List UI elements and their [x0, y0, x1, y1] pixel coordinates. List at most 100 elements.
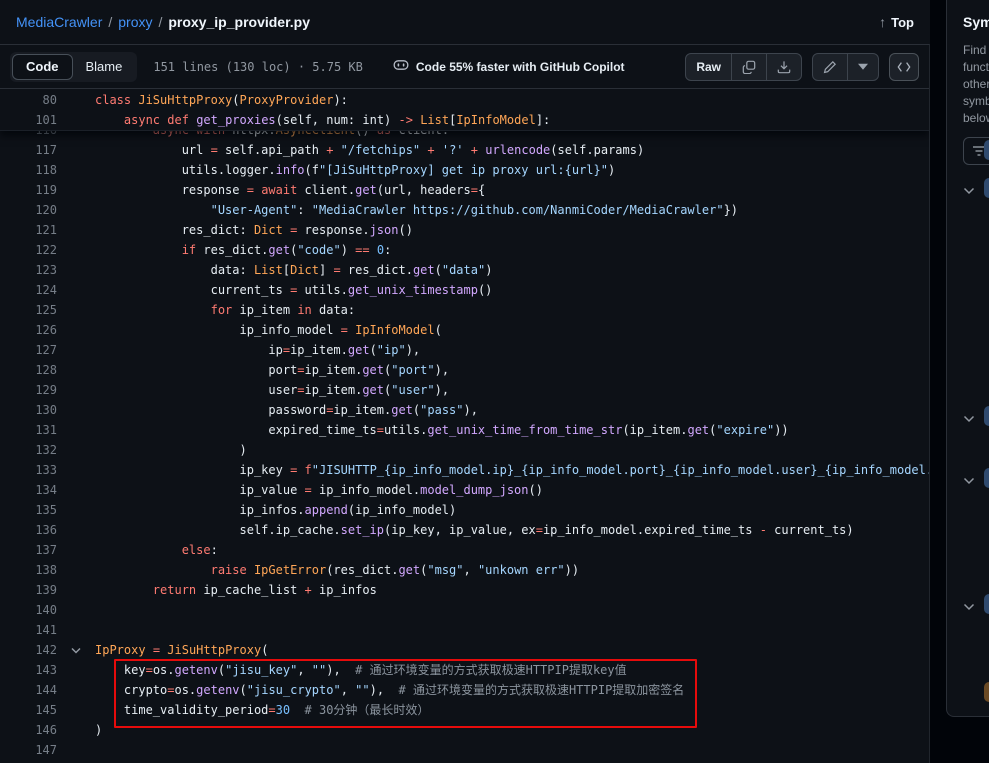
description-line: below.: [963, 110, 989, 127]
symbol-item[interactable]: [947, 682, 989, 706]
chevron-down-icon[interactable]: [963, 182, 975, 200]
line-number[interactable]: 147: [0, 740, 57, 760]
line-number[interactable]: 117: [0, 140, 57, 160]
line-number[interactable]: 141: [0, 620, 57, 640]
gutter: [57, 680, 95, 700]
raw-button[interactable]: Raw: [686, 54, 731, 80]
line-number[interactable]: 125: [0, 300, 57, 320]
line-number[interactable]: 144: [0, 680, 57, 700]
line-number[interactable]: 129: [0, 380, 57, 400]
line-number[interactable]: 136: [0, 520, 57, 540]
code-line: 141: [0, 620, 929, 640]
gutter: [57, 110, 95, 130]
gutter: [57, 580, 95, 600]
code-text: return ip_cache_list + ip_infos: [95, 580, 377, 600]
symbol-kind-badge: [984, 682, 989, 702]
code-text: class JiSuHttpProxy(ProxyProvider):: [95, 90, 348, 110]
breadcrumb-repo-link[interactable]: MediaCrawler: [16, 14, 102, 30]
line-number[interactable]: 143: [0, 660, 57, 680]
symbol-item[interactable]: [947, 178, 989, 202]
gutter: [57, 160, 95, 180]
download-button[interactable]: [766, 54, 801, 80]
chevron-down-icon[interactable]: [963, 410, 975, 428]
line-number[interactable]: 134: [0, 480, 57, 500]
line-number[interactable]: 140: [0, 600, 57, 620]
line-number[interactable]: 120: [0, 200, 57, 220]
code-text: user=ip_item.get("user"),: [95, 380, 449, 400]
code-text: async def get_proxies(self, num: int) ->…: [95, 110, 550, 130]
code-blame-switch: Code Blame: [10, 52, 137, 82]
tab-blame[interactable]: Blame: [73, 55, 136, 79]
gutter: [57, 220, 95, 240]
code-text: for ip_item in data:: [95, 300, 355, 320]
symbols-panel-title: Symbols: [963, 14, 989, 30]
code-lines: 116 async with httpx.AsyncClient() as cl…: [0, 120, 929, 760]
edit-button[interactable]: [813, 54, 847, 80]
code-text: crypto=os.getenv("jisu_crypto", ""), # 通…: [95, 680, 684, 700]
line-number[interactable]: 142: [0, 640, 57, 660]
code-line: 140: [0, 600, 929, 620]
code-line: 119 response = await client.get(url, hea…: [0, 180, 929, 200]
symbols-panel-toggle-button[interactable]: [889, 53, 919, 81]
symbol-item[interactable]: [947, 406, 989, 430]
line-number[interactable]: 138: [0, 560, 57, 580]
gutter: [57, 300, 95, 320]
pencil-icon: [823, 60, 837, 74]
line-number[interactable]: 135: [0, 500, 57, 520]
code-line: 130 password=ip_item.get("pass"),: [0, 400, 929, 420]
breadcrumb-folder-link[interactable]: proxy: [118, 14, 152, 30]
line-number[interactable]: 123: [0, 260, 57, 280]
back-to-top-button[interactable]: ↑ Top: [879, 14, 914, 30]
gutter: [57, 460, 95, 480]
line-number[interactable]: 121: [0, 220, 57, 240]
symbol-kind-badge: [984, 178, 989, 198]
code-text: expired_time_ts=utils.get_unix_time_from…: [95, 420, 789, 440]
tab-code[interactable]: Code: [12, 54, 73, 80]
symbol-item[interactable]: [947, 594, 989, 618]
line-number[interactable]: 127: [0, 340, 57, 360]
copy-button[interactable]: [731, 54, 766, 80]
code-line: 135 ip_infos.append(ip_info_model): [0, 500, 929, 520]
line-number[interactable]: 145: [0, 700, 57, 720]
chevron-down-icon[interactable]: [963, 472, 975, 490]
file-toolbar: Code Blame 151 lines (130 loc) · 5.75 KB…: [0, 45, 929, 89]
github-file-page: { "breadcrumb": { "repo": "MediaCrawler"…: [0, 0, 989, 763]
line-number[interactable]: 126: [0, 320, 57, 340]
gutter: [57, 540, 95, 560]
code-viewer: 116 async with httpx.AsyncClient() as cl…: [0, 89, 929, 763]
gutter: [57, 260, 95, 280]
code-line: 123 data: List[Dict] = res_dict.get("dat…: [0, 260, 929, 280]
code-text: response = await client.get(url, headers…: [95, 180, 485, 200]
line-number[interactable]: 146: [0, 720, 57, 740]
edit-dropdown-button[interactable]: [847, 54, 878, 80]
code-line: 134 ip_value = ip_info_model.model_dump_…: [0, 480, 929, 500]
line-number[interactable]: 131: [0, 420, 57, 440]
line-number[interactable]: 124: [0, 280, 57, 300]
line-number[interactable]: 137: [0, 540, 57, 560]
symbol-item[interactable]: [947, 140, 989, 164]
line-number[interactable]: 119: [0, 180, 57, 200]
line-number[interactable]: 139: [0, 580, 57, 600]
line-number[interactable]: 130: [0, 400, 57, 420]
chevron-down-icon[interactable]: [963, 598, 975, 616]
edit-button-group: [812, 53, 879, 81]
code-text: ip_value = ip_info_model.model_dump_json…: [95, 480, 543, 500]
code-line: 145 time_validity_period=30 # 30分钟（最长时效）: [0, 700, 929, 720]
line-number[interactable]: 118: [0, 160, 57, 180]
line-number[interactable]: 80: [0, 90, 57, 110]
line-number[interactable]: 101: [0, 110, 57, 130]
gutter: [57, 620, 95, 640]
line-number[interactable]: 128: [0, 360, 57, 380]
download-icon: [777, 60, 791, 74]
copilot-banner[interactable]: Code 55% faster with GitHub Copilot: [393, 57, 625, 76]
symbol-item[interactable]: [947, 468, 989, 492]
gutter: [57, 720, 95, 740]
line-number[interactable]: 133: [0, 460, 57, 480]
code-text: data: List[Dict] = res_dict.get("data"): [95, 260, 492, 280]
gutter: [57, 180, 95, 200]
code-text: key=os.getenv("jisu_key", ""), # 通过环境变量的…: [95, 660, 627, 680]
collapse-chevron-icon[interactable]: [57, 640, 95, 660]
gutter: [57, 420, 95, 440]
line-number[interactable]: 122: [0, 240, 57, 260]
line-number[interactable]: 132: [0, 440, 57, 460]
